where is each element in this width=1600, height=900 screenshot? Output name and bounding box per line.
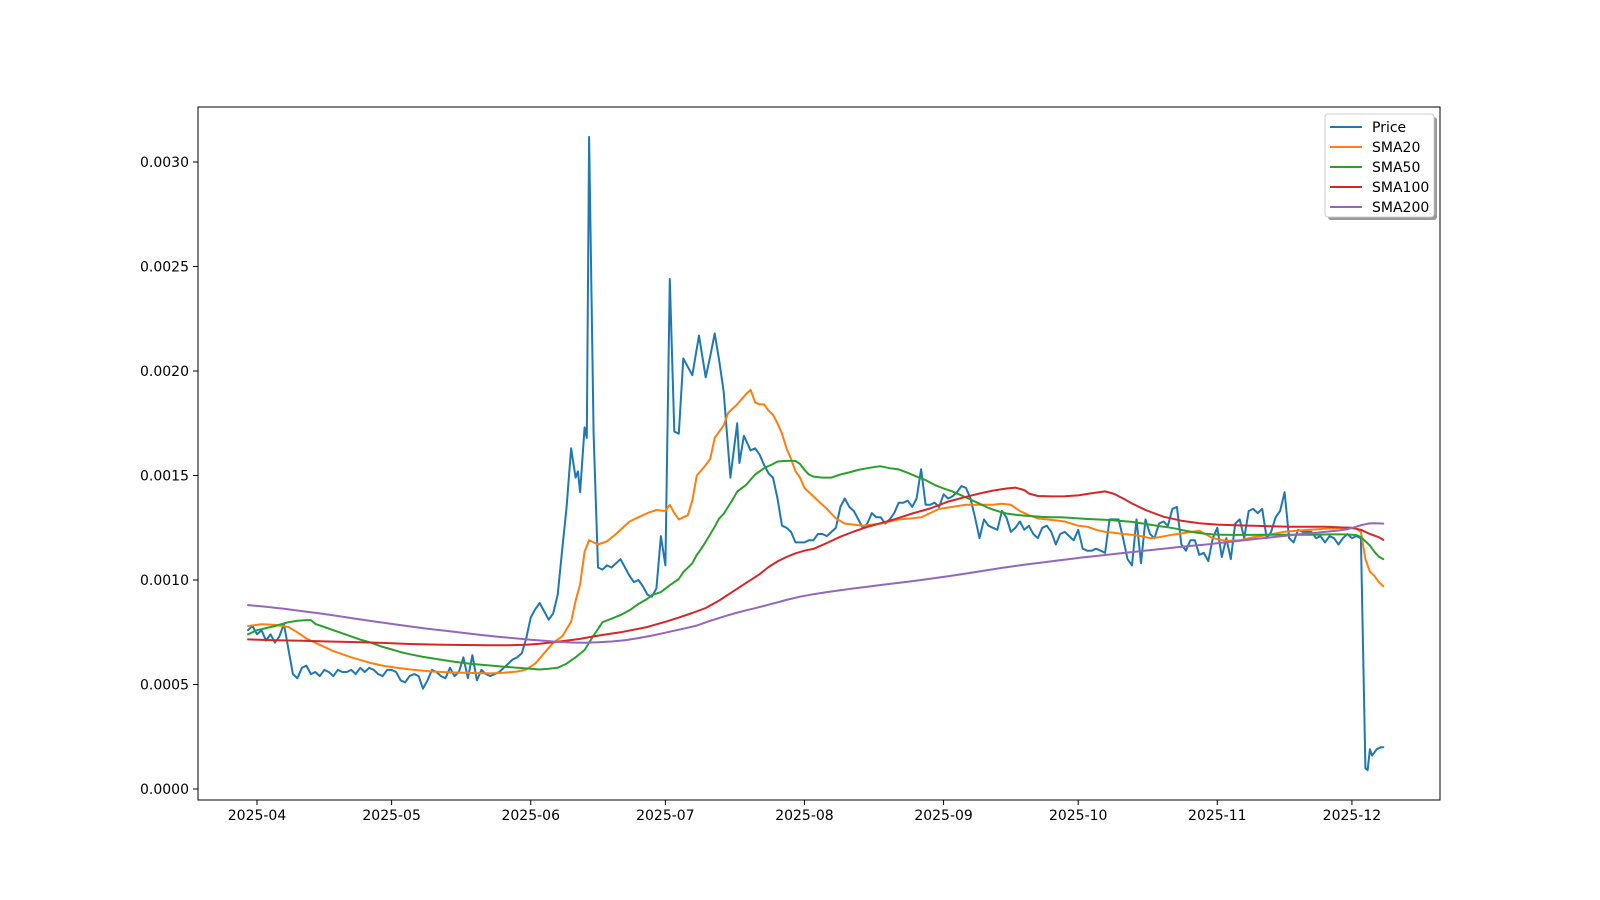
y-tick-label: 0.0005 bbox=[140, 678, 189, 694]
price-sma-line-chart: 2025-04 2025-05 2025-06 2025-07 2025-08 2025-… bbox=[0, 0, 1600, 900]
legend-label: SMA20 bbox=[1372, 140, 1420, 156]
x-tick-label: 2025-12 bbox=[1323, 808, 1382, 824]
y-tick-label: 0.0025 bbox=[140, 260, 189, 276]
y-tick-label: 0.0020 bbox=[140, 364, 189, 380]
chart-figure: 2025-04 2025-05 2025-06 2025-07 2025-08 2025-… bbox=[0, 0, 1600, 900]
x-tick-label: 2025-11 bbox=[1188, 808, 1247, 824]
x-tick-label: 2025-04 bbox=[228, 808, 287, 824]
x-tick-label: 2025-10 bbox=[1049, 808, 1108, 824]
y-tick-label: 0.0010 bbox=[140, 573, 189, 589]
y-tick-label: 0.0015 bbox=[140, 469, 189, 485]
legend-label: Price bbox=[1372, 120, 1406, 136]
y-tick-label: 0.0000 bbox=[140, 782, 189, 798]
legend-label: SMA50 bbox=[1372, 160, 1420, 176]
x-tick-label: 2025-09 bbox=[914, 808, 973, 824]
x-tick-label: 2025-06 bbox=[501, 808, 560, 824]
x-tick-label: 2025-05 bbox=[362, 808, 421, 824]
legend: Price SMA20 SMA50 SMA100 SMA200 bbox=[1324, 113, 1437, 220]
x-tick-label: 2025-08 bbox=[775, 808, 834, 824]
x-tick-label: 2025-07 bbox=[636, 808, 695, 824]
legend-label: SMA200 bbox=[1372, 200, 1429, 216]
legend-label: SMA100 bbox=[1372, 180, 1429, 196]
y-tick-label: 0.0030 bbox=[140, 155, 189, 171]
